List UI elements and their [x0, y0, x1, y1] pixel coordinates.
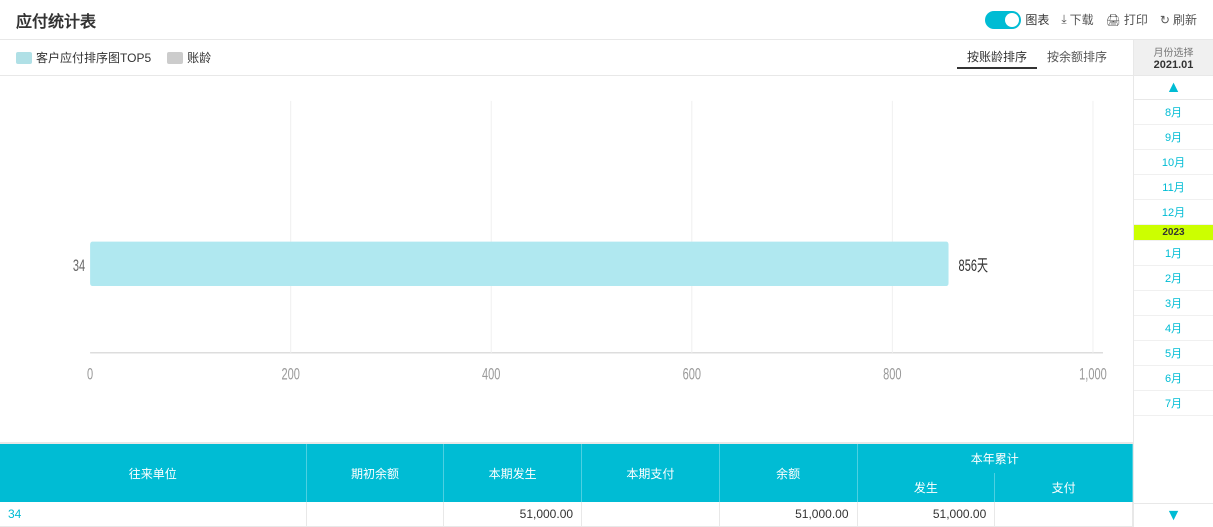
th-coming-unit: 往来单位 [0, 444, 306, 502]
legend-item-1: 账龄 [167, 49, 211, 66]
chevron-up-icon: ▲ [1166, 79, 1182, 97]
download-label: 下载 [1070, 11, 1094, 28]
th-current-pay: 本期支付 [582, 444, 720, 502]
scroll-up-button[interactable]: ▲ [1134, 76, 1213, 100]
scroll-down-button[interactable]: ▼ [1134, 503, 1213, 527]
svg-text:600: 600 [683, 364, 702, 383]
month-item-5[interactable]: 5月 [1134, 341, 1213, 366]
chart-header: 客户应付排序图TOP5 账龄 按账龄排序 按余额排序 [0, 40, 1133, 76]
th-year-occur: 发生 [857, 473, 995, 502]
chart-sort-btns: 按账龄排序 按余额排序 [957, 46, 1117, 69]
month-item-11[interactable]: 11月 [1134, 175, 1213, 200]
legend-label-1: 账龄 [187, 49, 211, 66]
legend-label-0: 客户应付排序图TOP5 [36, 49, 151, 66]
th-year-pay: 支付 [995, 473, 1133, 502]
chart-toggle-wrapper[interactable]: 图表 [985, 11, 1049, 29]
month-item-2[interactable]: 2月 [1134, 266, 1213, 291]
month-item-7[interactable]: 7月 [1134, 391, 1213, 416]
app-container: 应付统计表 图表 ⤓ 下载 🖨 打印 ↻ 刷新 [0, 0, 1213, 527]
header-actions: 图表 ⤓ 下载 🖨 打印 ↻ 刷新 [985, 11, 1197, 29]
legend-color-1 [167, 52, 183, 64]
month-item-1[interactable]: 1月 [1134, 241, 1213, 266]
cell-current-pay [582, 502, 720, 527]
legend-color-0 [16, 52, 32, 64]
data-table: 往来单位 期初余额 本期发生 本期支付 余额 本年累计 发生 支付 [0, 444, 1133, 527]
chart-svg: 0 200 400 600 800 1,000 34 [50, 86, 1113, 412]
svg-text:200: 200 [281, 364, 300, 383]
th-period-balance: 期初余额 [306, 444, 444, 502]
month-item-10[interactable]: 10月 [1134, 150, 1213, 175]
chevron-down-icon: ▼ [1166, 507, 1182, 525]
svg-text:0: 0 [87, 364, 93, 383]
cell-year-occur: 51,000.00 [857, 502, 995, 527]
month-item-12[interactable]: 12月 [1134, 200, 1213, 225]
page-title: 应付统计表 [16, 8, 96, 32]
month-item-4[interactable]: 4月 [1134, 316, 1213, 341]
sidebar-header-label: 月份选择 [1138, 44, 1209, 59]
refresh-button[interactable]: ↻ 刷新 [1160, 11, 1197, 28]
year-label-2023[interactable]: 2023 [1134, 225, 1213, 241]
refresh-icon: ↻ [1160, 13, 1170, 27]
sort-btn-balance[interactable]: 按余额排序 [1037, 46, 1117, 69]
th-current-occur: 本期发生 [444, 444, 582, 502]
svg-text:800: 800 [883, 364, 902, 383]
month-item-6[interactable]: 6月 [1134, 366, 1213, 391]
print-button[interactable]: 🖨 打印 [1106, 11, 1148, 28]
month-item-3[interactable]: 3月 [1134, 291, 1213, 316]
cell-period-balance [306, 502, 444, 527]
cell-unit: 34 [0, 502, 306, 527]
chart-toggle-label: 图表 [1025, 11, 1049, 28]
month-item-8[interactable]: 8月 [1134, 100, 1213, 125]
header: 应付统计表 图表 ⤓ 下载 🖨 打印 ↻ 刷新 [0, 0, 1213, 40]
sidebar-header-value: 2021.01 [1138, 59, 1209, 71]
legend-item-0: 客户应付排序图TOP5 [16, 49, 151, 66]
svg-text:400: 400 [482, 364, 501, 383]
chart-legend: 客户应付排序图TOP5 账龄 [16, 49, 211, 66]
cell-year-pay [995, 502, 1133, 527]
chart-area: 客户应付排序图TOP5 账龄 按账龄排序 按余额排序 [0, 40, 1133, 527]
cell-balance: 51,000.00 [719, 502, 857, 527]
print-label: 打印 [1124, 11, 1148, 28]
unit-link[interactable]: 34 [8, 507, 21, 521]
download-button[interactable]: ⤓ 下载 [1061, 11, 1093, 28]
table-section: 往来单位 期初余额 本期发生 本期支付 余额 本年累计 发生 支付 [0, 442, 1133, 527]
month-item-9[interactable]: 9月 [1134, 125, 1213, 150]
main-content: 客户应付排序图TOP5 账龄 按账龄排序 按余额排序 [0, 40, 1213, 527]
th-year-total: 本年累计 [857, 444, 1132, 473]
sort-btn-age[interactable]: 按账龄排序 [957, 46, 1037, 69]
right-sidebar: 月份选择 2021.01 ▲ 8月 9月 10月 11月 12月 2023 1月… [1133, 40, 1213, 527]
svg-text:856天: 856天 [959, 256, 988, 275]
print-icon: 🖨 [1106, 13, 1121, 27]
chart-body: 0 200 400 600 800 1,000 34 [0, 76, 1133, 442]
download-icon: ⤓ [1061, 12, 1066, 27]
refresh-label: 刷新 [1173, 11, 1197, 28]
cell-current-occur: 51,000.00 [444, 502, 582, 527]
table-row: 34 51,000.00 51,000.00 51,000.00 [0, 502, 1133, 527]
sidebar-header: 月份选择 2021.01 [1134, 40, 1213, 76]
th-balance: 余额 [719, 444, 857, 502]
chart-toggle[interactable] [985, 11, 1021, 29]
svg-text:34: 34 [73, 256, 85, 275]
svg-text:1,000: 1,000 [1079, 364, 1107, 383]
sidebar-months: 8月 9月 10月 11月 12月 2023 1月 2月 3月 4月 5月 6月… [1134, 100, 1213, 503]
